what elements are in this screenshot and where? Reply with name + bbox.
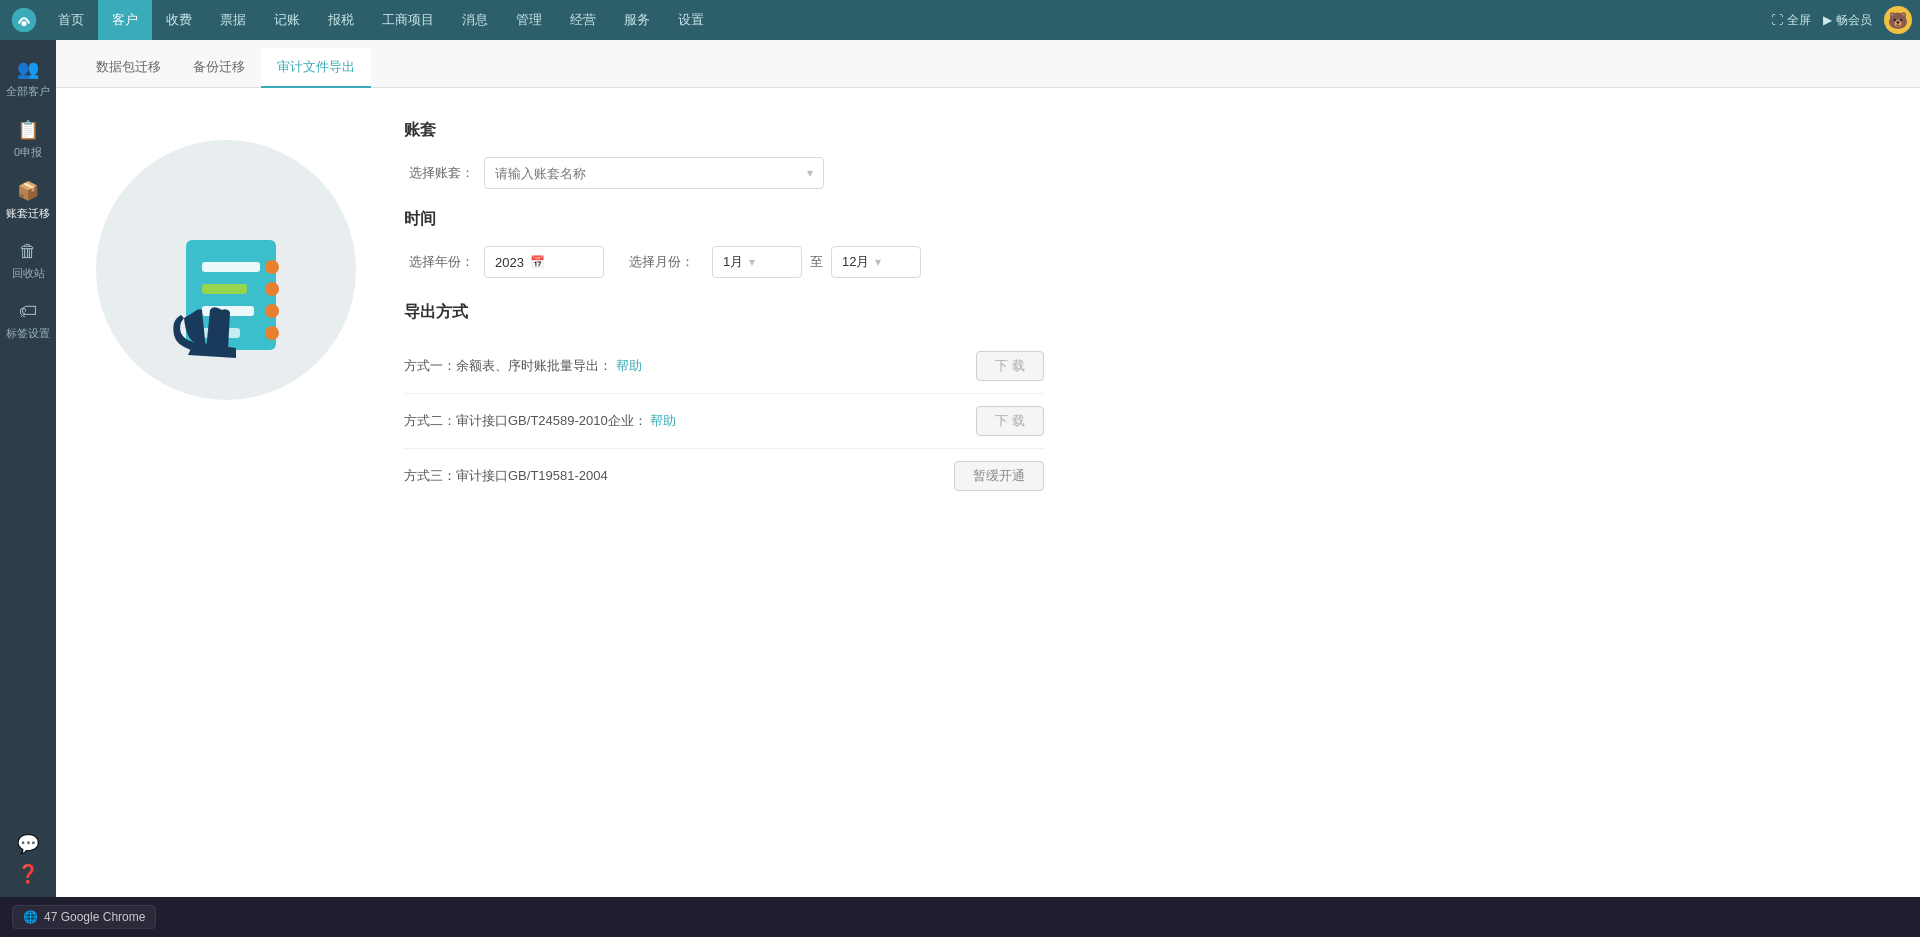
- nav-operation[interactable]: 经营: [556, 0, 610, 40]
- vip-icon: ▶: [1823, 13, 1832, 27]
- export-method1-button[interactable]: 下 载: [976, 351, 1044, 381]
- start-month-select[interactable]: 1月 ▾: [712, 246, 802, 278]
- sidebar-item-account-migrate[interactable]: 📦 账套迁移: [0, 170, 56, 231]
- account-search-input[interactable]: [495, 166, 807, 181]
- export-method1-desc: 方式一：余额表、序时账批量导出： 帮助: [404, 357, 642, 375]
- account-input-wrap: ▾: [484, 157, 824, 189]
- nav-settings[interactable]: 设置: [664, 0, 718, 40]
- nav-billing[interactable]: 收费: [152, 0, 206, 40]
- user-avatar[interactable]: 🐻: [1884, 6, 1912, 34]
- fullscreen-icon: ⛶: [1771, 13, 1783, 27]
- svg-rect-4: [202, 284, 247, 294]
- export-method2-button[interactable]: 下 载: [976, 406, 1044, 436]
- form-area: 账套 选择账套： ▾ 时间 选择年份：: [404, 120, 1044, 503]
- sidebar-item-tag-settings[interactable]: 🏷 标签设置: [0, 291, 56, 351]
- chrome-icon: 🌐: [23, 910, 38, 924]
- illustration-svg: [136, 170, 316, 370]
- sidebar-item-recycle[interactable]: 🗑 回收站: [0, 231, 56, 291]
- end-month-chevron: ▾: [875, 255, 881, 269]
- sidebar-item-customers[interactable]: 👥 全部客户: [0, 48, 56, 109]
- export-method1-link[interactable]: 帮助: [616, 358, 642, 373]
- export-method2-desc: 方式二：审计接口GB/T24589-2010企业： 帮助: [404, 412, 676, 430]
- nav-management[interactable]: 管理: [502, 0, 556, 40]
- month-label: 选择月份：: [624, 253, 694, 271]
- svg-point-7: [265, 260, 279, 274]
- top-navigation: 首页 客户 收费 票据 记账 报税 工商项目 消息 管理 经营 服务 设置 ⛶ …: [0, 0, 1920, 40]
- recycle-icon: 🗑: [19, 241, 37, 262]
- fullscreen-button[interactable]: ⛶ 全屏: [1771, 12, 1811, 29]
- account-migrate-icon: 📦: [17, 180, 39, 202]
- account-section-title: 账套: [404, 120, 1044, 141]
- feedback-button[interactable]: 💬: [17, 833, 39, 855]
- sidebar-bottom: 💬 ❓: [0, 833, 56, 897]
- customers-icon: 👥: [17, 58, 39, 80]
- help-button[interactable]: ❓: [17, 863, 39, 885]
- export-method2-link[interactable]: 帮助: [650, 413, 676, 428]
- year-input[interactable]: 2023 📅: [484, 246, 604, 278]
- illustration-wrap: [96, 120, 356, 400]
- calendar-icon: 📅: [530, 255, 545, 269]
- end-month-value: 12月: [842, 253, 869, 271]
- nav-menu: 首页 客户 收费 票据 记账 报税 工商项目 消息 管理 经营 服务 设置: [44, 0, 1771, 40]
- start-month-chevron: ▾: [749, 255, 755, 269]
- svg-point-8: [265, 282, 279, 296]
- nav-home[interactable]: 首页: [44, 0, 98, 40]
- year-value: 2023: [495, 255, 524, 270]
- svg-point-9: [265, 304, 279, 318]
- vip-button[interactable]: ▶ 畅会员: [1823, 12, 1872, 29]
- nav-customer[interactable]: 客户: [98, 0, 152, 40]
- export-method3-desc: 方式三：审计接口GB/T19581-2004: [404, 467, 608, 485]
- account-row: 选择账套： ▾: [404, 157, 1044, 189]
- nav-accounting[interactable]: 记账: [260, 0, 314, 40]
- tab-data-migration[interactable]: 数据包迁移: [80, 48, 177, 88]
- export-section-title: 导出方式: [404, 302, 1044, 323]
- main-layout: 👥 全部客户 📋 0申报 📦 账套迁移 🗑 回收站 🏷 标签设置 💬 ❓ 数据包…: [0, 40, 1920, 897]
- export-method3-button[interactable]: 暂缓开通: [954, 461, 1044, 491]
- content-area: 数据包迁移 备份迁移 审计文件导出: [56, 40, 1920, 897]
- svg-point-0: [12, 8, 37, 33]
- time-section-title: 时间: [404, 209, 1044, 230]
- export-section: 导出方式 方式一：余额表、序时账批量导出： 帮助 下 载 方式二：审计接口GB/…: [404, 302, 1044, 503]
- app-logo: [8, 4, 40, 36]
- tab-backup-migration[interactable]: 备份迁移: [177, 48, 261, 88]
- taskbar: 🌐 47 Google Chrome: [0, 897, 1920, 937]
- nav-business[interactable]: 工商项目: [368, 0, 448, 40]
- time-row: 选择年份： 2023 📅 选择月份： 1月 ▾ 至 12月: [404, 246, 1044, 278]
- svg-point-10: [265, 326, 279, 340]
- tab-audit-export[interactable]: 审计文件导出: [261, 48, 371, 88]
- to-text: 至: [810, 253, 823, 271]
- chrome-label: 47 Google Chrome: [44, 910, 145, 924]
- svg-rect-3: [202, 262, 260, 272]
- nav-invoice[interactable]: 票据: [206, 0, 260, 40]
- year-label: 选择年份：: [404, 253, 474, 271]
- start-month-value: 1月: [723, 253, 743, 271]
- end-month-select[interactable]: 12月 ▾: [831, 246, 921, 278]
- sidebar-item-zero-declare[interactable]: 📋 0申报: [0, 109, 56, 170]
- account-chevron-icon: ▾: [807, 166, 813, 180]
- tab-bar: 数据包迁移 备份迁移 审计文件导出: [56, 40, 1920, 88]
- sidebar: 👥 全部客户 📋 0申报 📦 账套迁移 🗑 回收站 🏷 标签设置 💬 ❓: [0, 40, 56, 897]
- illustration-circle: [96, 140, 356, 400]
- chrome-taskbar-item[interactable]: 🌐 47 Google Chrome: [12, 905, 156, 929]
- time-inputs: 2023 📅 选择月份： 1月 ▾ 至 12月 ▾: [484, 246, 921, 278]
- zero-declare-icon: 📋: [17, 119, 39, 141]
- page-content: 账套 选择账套： ▾ 时间 选择年份：: [56, 88, 1920, 897]
- export-method3-row: 方式三：审计接口GB/T19581-2004 暂缓开通: [404, 449, 1044, 503]
- tag-settings-icon: 🏷: [19, 301, 37, 322]
- nav-message[interactable]: 消息: [448, 0, 502, 40]
- export-method2-row: 方式二：审计接口GB/T24589-2010企业： 帮助 下 载: [404, 394, 1044, 449]
- svg-point-1: [21, 21, 26, 26]
- nav-service[interactable]: 服务: [610, 0, 664, 40]
- account-label: 选择账套：: [404, 164, 474, 182]
- top-nav-right: ⛶ 全屏 ▶ 畅会员 🐻: [1771, 6, 1912, 34]
- export-method1-row: 方式一：余额表、序时账批量导出： 帮助 下 载: [404, 339, 1044, 394]
- account-select[interactable]: ▾: [484, 157, 824, 189]
- nav-tax[interactable]: 报税: [314, 0, 368, 40]
